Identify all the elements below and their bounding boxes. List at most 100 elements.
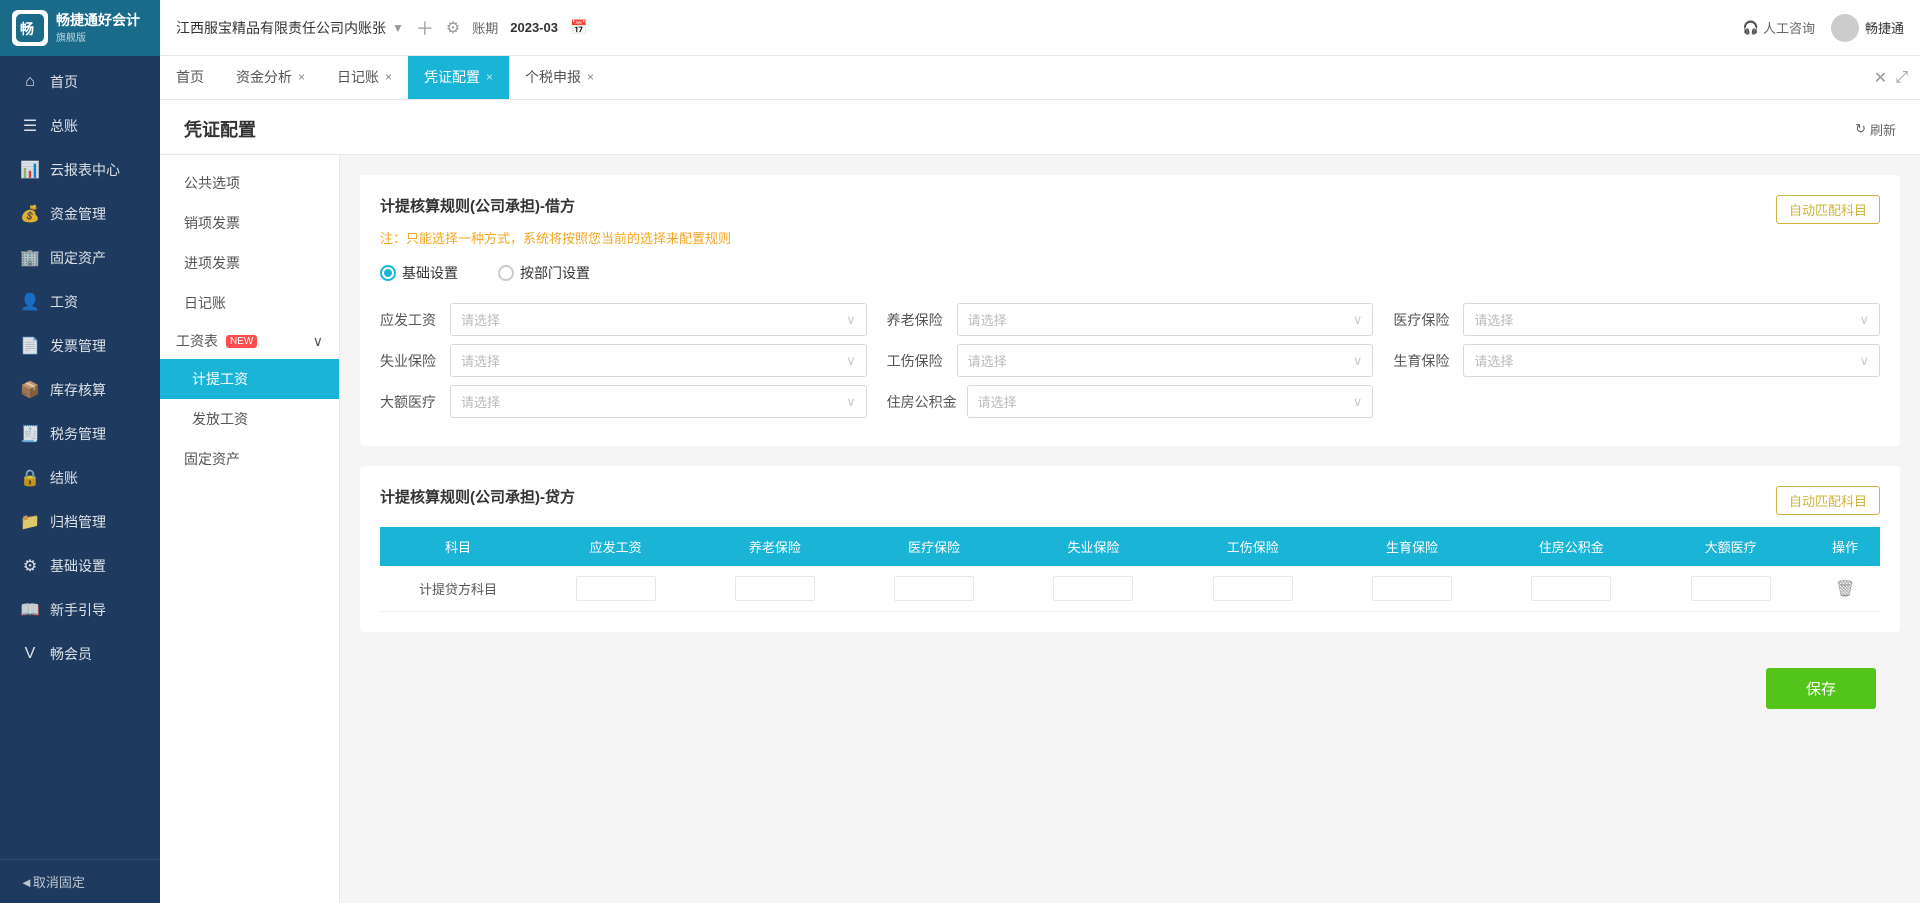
form-row-injury: 工伤保险 请选择 ∨ (887, 344, 1374, 377)
ledger-icon: ☰ (20, 116, 40, 136)
select-large-medical[interactable]: 请选择 ∨ (450, 385, 867, 418)
input-medical[interactable] (894, 576, 974, 601)
sidebar-item-home[interactable]: ⌂ 首页 (0, 60, 160, 104)
form-row-large-medical: 大额医疗 请选择 ∨ (380, 385, 867, 418)
sidebar-item-label: 税务管理 (50, 424, 106, 444)
sidebar-item-label: 工资 (50, 292, 78, 312)
sidebar-item-assets[interactable]: 🏢 固定资产 (0, 236, 160, 280)
page-title: 凭证配置 (184, 116, 256, 154)
subnav-purchase[interactable]: 进项发票 (160, 243, 339, 283)
add-company-button[interactable]: ＋ (416, 15, 434, 41)
close-window-icon[interactable]: ✕ (1874, 68, 1887, 88)
subnav-sales-label: 销项发票 (184, 215, 240, 231)
cell-maternity-val[interactable] (1332, 566, 1491, 612)
content-layout: 公共选项 销项发票 进项发票 日记账 工资表 NEW ∨ (160, 155, 1920, 903)
sidebar-item-archive[interactable]: 📁 归档管理 (0, 500, 160, 544)
tabbar: 首页 资金分析 × 日记账 × 凭证配置 × 个税申报 × ✕ ⤢ (160, 56, 1920, 100)
input-salary[interactable] (576, 576, 656, 601)
radio-basic-circle (380, 265, 396, 281)
form-row-unemployment: 失业保险 请选择 ∨ (380, 344, 867, 377)
tab-home[interactable]: 首页 (160, 56, 220, 99)
sidebar-item-vip[interactable]: V 畅会员 (0, 632, 160, 676)
tab-voucher[interactable]: 凭证配置 × (408, 56, 509, 99)
input-housing[interactable] (1531, 576, 1611, 601)
select-maternity[interactable]: 请选择 ∨ (1463, 344, 1880, 377)
sidebar-item-guide[interactable]: 📖 新手引导 (0, 588, 160, 632)
company-selector[interactable]: 江西服宝精品有限责任公司内账张 ▼ (176, 18, 404, 38)
subnav-sales[interactable]: 销项发票 (160, 203, 339, 243)
select-medical[interactable]: 请选择 ∨ (1463, 303, 1880, 336)
subnav-salary-table-group[interactable]: 工资表 NEW ∨ (160, 323, 339, 359)
tab-finance-label: 资金分析 (236, 67, 292, 87)
cell-injury-val[interactable] (1173, 566, 1332, 612)
sidebar-item-closing[interactable]: 🔒 结账 (0, 456, 160, 500)
maximize-icon[interactable]: ⤢ (1895, 69, 1908, 87)
period-label: 账期 (472, 18, 498, 37)
cell-salary-val[interactable] (536, 566, 695, 612)
tab-finance-close[interactable]: × (298, 70, 305, 84)
cell-large-medical-val[interactable] (1651, 566, 1810, 612)
input-injury[interactable] (1213, 576, 1293, 601)
tab-finance[interactable]: 资金分析 × (220, 56, 321, 99)
customer-service-button[interactable]: 🎧 人工咨询 (1743, 18, 1815, 37)
select-injury[interactable]: 请选择 ∨ (957, 344, 1374, 377)
label-salary: 应发工资 (380, 310, 440, 330)
subnav-public[interactable]: 公共选项 (160, 163, 339, 203)
subnav-salary-table-label: 工资表 (176, 331, 218, 351)
debit-auto-match-button[interactable]: 自动匹配科目 (1776, 195, 1880, 224)
sidebar-item-inventory[interactable]: 📦 库存核算 (0, 368, 160, 412)
credit-auto-match-button[interactable]: 自动匹配科目 (1776, 486, 1880, 515)
select-maternity-placeholder: 请选择 (1474, 351, 1513, 370)
radio-dept[interactable]: 按部门设置 (498, 263, 590, 283)
sidebar-item-label: 固定资产 (50, 248, 106, 268)
label-housing: 住房公积金 (887, 392, 957, 412)
save-button[interactable]: 保存 (1766, 668, 1876, 709)
cell-unemployment-val[interactable] (1014, 566, 1173, 612)
select-salary[interactable]: 请选择 ∨ (450, 303, 867, 336)
delete-row-button[interactable]: 🗑 (1835, 581, 1855, 598)
subnav-journal[interactable]: 日记账 (160, 283, 339, 323)
debit-form-row-2: 失业保险 请选择 ∨ 工伤保险 请选择 ∨ (380, 344, 1880, 377)
input-unemployment[interactable] (1053, 576, 1133, 601)
sidebar-item-label: 总账 (50, 116, 78, 136)
sidebar-item-reports[interactable]: 📊 云报表中心 (0, 148, 160, 192)
input-maternity[interactable] (1372, 576, 1452, 601)
sidebar-item-invoice[interactable]: 📄 发票管理 (0, 324, 160, 368)
input-large-medical[interactable] (1691, 576, 1771, 601)
sidebar-item-ledger[interactable]: ☰ 总账 (0, 104, 160, 148)
user-area[interactable]: 畅捷通 (1831, 14, 1904, 42)
debit-form-row-1: 应发工资 请选择 ∨ 养老保险 请选择 ∨ (380, 303, 1880, 336)
select-unemployment[interactable]: 请选择 ∨ (450, 344, 867, 377)
sidebar-item-tax[interactable]: 🧾 税务管理 (0, 412, 160, 456)
cell-pension-val[interactable] (695, 566, 854, 612)
select-housing[interactable]: 请选择 ∨ (967, 385, 1374, 418)
tab-tax-close[interactable]: × (587, 70, 594, 84)
select-pension[interactable]: 请选择 ∨ (957, 303, 1374, 336)
tab-journal[interactable]: 日记账 × (321, 56, 408, 99)
sidebar-item-settings[interactable]: ⚙ 基础设置 (0, 544, 160, 588)
radio-basic[interactable]: 基础设置 (380, 263, 458, 283)
cell-action: 🗑 (1810, 566, 1880, 612)
sidebar-item-salary[interactable]: 👤 工资 (0, 280, 160, 324)
select-salary-arrow: ∨ (846, 312, 856, 328)
sidebar-item-finance[interactable]: 💰 资金管理 (0, 192, 160, 236)
subnav-fixed-assets[interactable]: 固定资产 (160, 439, 339, 479)
cell-medical-val[interactable] (855, 566, 1014, 612)
subnav-pay-salary[interactable]: 发放工资 (160, 399, 339, 439)
tab-journal-close[interactable]: × (385, 70, 392, 84)
settings-gear-icon[interactable]: ⚙ (446, 18, 460, 38)
refresh-button[interactable]: ↻ 刷新 (1855, 120, 1896, 151)
topbar-right: 🎧 人工咨询 畅捷通 (1743, 14, 1904, 42)
subnav-calc-salary[interactable]: 计提工资 (160, 359, 339, 399)
sidebar-footer-toggle[interactable]: ◄取消固定 (0, 859, 160, 903)
select-housing-arrow: ∨ (1353, 394, 1363, 410)
closing-icon: 🔒 (20, 468, 40, 488)
calendar-icon[interactable]: 📅 (570, 19, 587, 36)
input-pension[interactable] (735, 576, 815, 601)
select-pension-placeholder: 请选择 (968, 310, 1007, 329)
cell-housing-val[interactable] (1492, 566, 1651, 612)
inventory-icon: 📦 (20, 380, 40, 400)
tab-voucher-close[interactable]: × (486, 70, 493, 84)
tab-tax[interactable]: 个税申报 × (509, 56, 610, 99)
username: 畅捷通 (1865, 18, 1904, 37)
